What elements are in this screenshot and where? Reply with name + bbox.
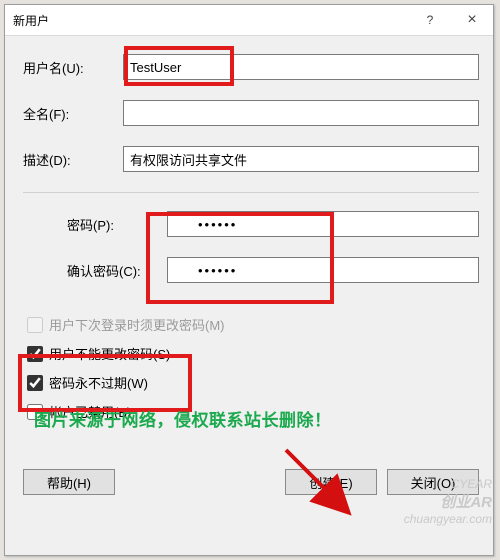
fullname-label: 全名(F): xyxy=(23,104,123,123)
account-disabled-box[interactable] xyxy=(27,404,43,420)
new-user-dialog: 新用户 ? × 用户名(U): 全名(F): 描述(D): xyxy=(4,4,494,556)
create-button[interactable]: 创建(E) xyxy=(285,469,377,495)
account-disabled-checkbox[interactable]: 帐户已禁用(B) xyxy=(27,402,479,421)
account-disabled-label: 帐户已禁用(B) xyxy=(49,402,131,421)
titlebar: 新用户 ? × xyxy=(5,5,493,36)
password-never-expires-label: 密码永不过期(W) xyxy=(49,373,148,392)
close-icon: × xyxy=(467,11,476,29)
password-label: 密码(P): xyxy=(67,215,167,234)
close-window-button[interactable]: × xyxy=(451,5,493,35)
password-input[interactable] xyxy=(167,211,479,237)
cannot-change-password-box[interactable] xyxy=(27,346,43,362)
username-input[interactable] xyxy=(123,54,479,80)
description-input[interactable] xyxy=(123,146,479,172)
help-button[interactable]: ? xyxy=(409,5,451,35)
must-change-password-checkbox: 用户下次登录时须更改密码(M) xyxy=(27,315,479,334)
cannot-change-password-label: 用户不能更改密码(S) xyxy=(49,344,170,363)
client-area: 用户名(U): 全名(F): 描述(D): 密码(P): 确认密码( xyxy=(5,36,493,505)
cannot-change-password-checkbox[interactable]: 用户不能更改密码(S) xyxy=(27,344,479,363)
username-label: 用户名(U): xyxy=(23,58,123,77)
must-change-password-label: 用户下次登录时须更改密码(M) xyxy=(49,315,225,334)
must-change-password-box xyxy=(27,317,43,333)
help-button-bottom[interactable]: 帮助(H) xyxy=(23,469,115,495)
password-never-expires-box[interactable] xyxy=(27,375,43,391)
confirm-password-label: 确认密码(C): xyxy=(67,261,167,280)
close-button[interactable]: 关闭(O) xyxy=(387,469,479,495)
confirm-password-input[interactable] xyxy=(167,257,479,283)
password-never-expires-checkbox[interactable]: 密码永不过期(W) xyxy=(27,373,479,392)
fullname-input[interactable] xyxy=(123,100,479,126)
window-title: 新用户 xyxy=(5,12,409,29)
separator xyxy=(23,192,479,193)
description-label: 描述(D): xyxy=(23,150,123,169)
help-icon: ? xyxy=(427,13,434,27)
